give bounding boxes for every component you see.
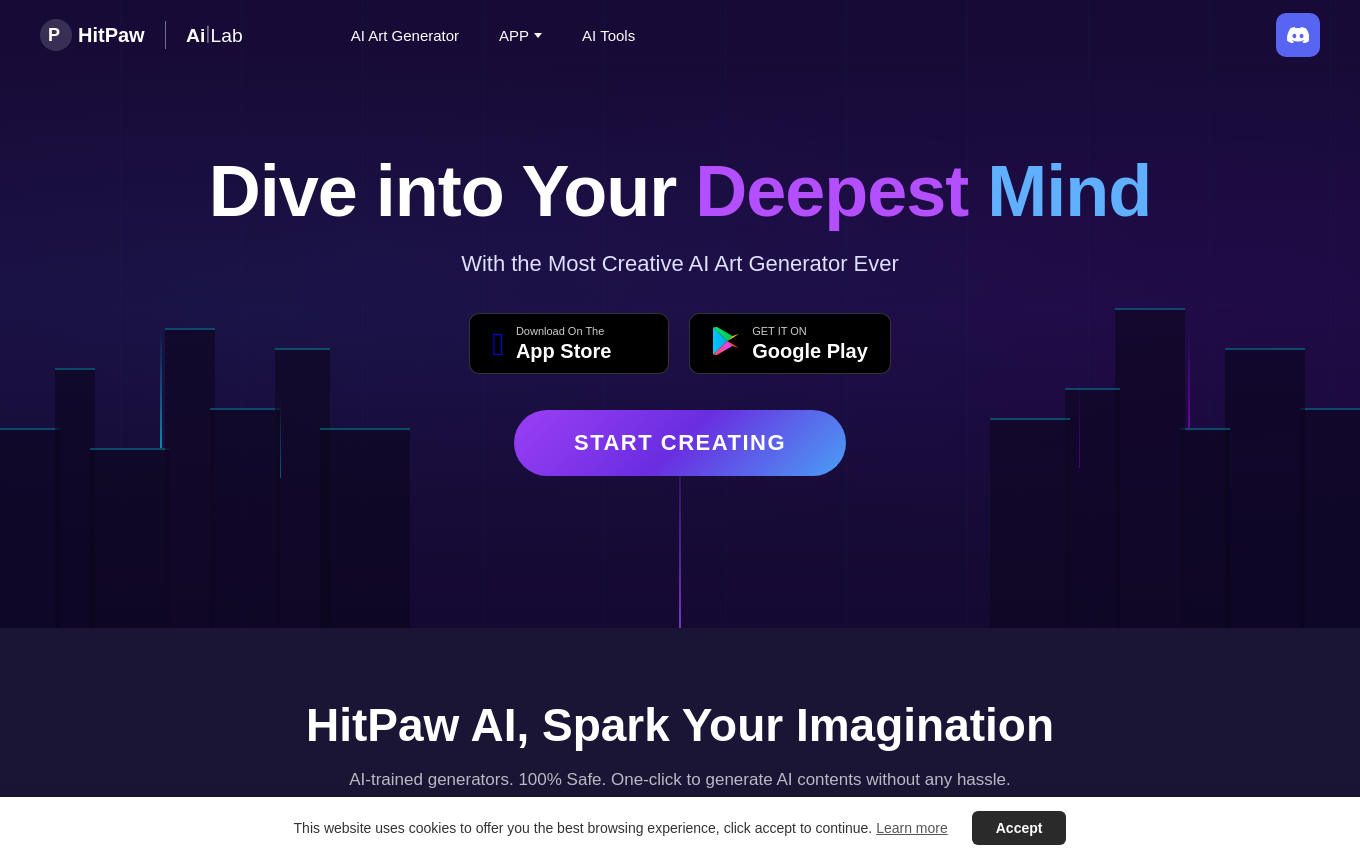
- hero-subtitle: With the Most Creative AI Art Generator …: [209, 251, 1152, 277]
- logo-area: P HitPaw Ai Lab: [40, 19, 291, 51]
- appstore-line2: App Store: [516, 339, 612, 363]
- section2-title: HitPaw AI, Spark Your Imagination: [40, 698, 1320, 752]
- apple-icon: : [492, 328, 504, 360]
- appstore-button[interactable]:  Download On The App Store: [469, 313, 669, 373]
- navbar: P HitPaw Ai Lab AI Art Generator APP AI …: [0, 0, 1360, 70]
- svg-text:Ai: Ai: [186, 25, 205, 46]
- hero-content: Dive into Your Deepest Mind With the Mos…: [189, 152, 1172, 475]
- nav-links: AI Art Generator APP AI Tools: [351, 27, 1276, 44]
- chevron-down-icon: [534, 33, 542, 38]
- hitpaw-label: HitPaw: [78, 24, 145, 47]
- hero-title-part2: [968, 151, 987, 231]
- hero-title: Dive into Your Deepest Mind: [209, 152, 1152, 231]
- nav-ai-art-generator[interactable]: AI Art Generator: [351, 27, 459, 44]
- discord-button[interactable]: [1276, 13, 1320, 57]
- ailab-logo: Ai Lab: [186, 21, 291, 49]
- hero-title-deepest: Deepest: [695, 151, 968, 231]
- googleplay-icon: [712, 326, 740, 361]
- cookie-message: This website uses cookies to offer you t…: [294, 820, 948, 836]
- cookie-banner: This website uses cookies to offer you t…: [0, 797, 1360, 859]
- appstore-text: Download On The App Store: [516, 324, 612, 362]
- svg-rect-4: [207, 25, 209, 43]
- googleplay-line1: GET IT ON: [752, 324, 868, 338]
- discord-icon: [1287, 27, 1309, 43]
- learn-more-link[interactable]: Learn more: [876, 820, 948, 836]
- svg-text:Lab: Lab: [210, 25, 242, 46]
- start-creating-button[interactable]: START CREATING: [514, 410, 846, 476]
- hero-title-part1: Dive into Your: [209, 151, 695, 231]
- googleplay-button[interactable]: GET IT ON Google Play: [689, 313, 891, 373]
- googleplay-text: GET IT ON Google Play: [752, 324, 868, 362]
- nav-ai-tools[interactable]: AI Tools: [582, 27, 635, 44]
- hitpaw-logo[interactable]: P HitPaw: [40, 19, 145, 51]
- appstore-line1: Download On The: [516, 324, 612, 338]
- store-buttons:  Download On The App Store: [209, 313, 1152, 373]
- hero-section: Dive into Your Deepest Mind With the Mos…: [0, 0, 1360, 628]
- logo-divider: [165, 21, 166, 49]
- hitpaw-icon: P: [40, 19, 72, 51]
- googleplay-line2: Google Play: [752, 339, 868, 363]
- nav-right: [1276, 13, 1320, 57]
- hero-title-mind: Mind: [987, 151, 1151, 231]
- section2-subtitle: AI-trained generators. 100% Safe. One-cl…: [40, 770, 1320, 790]
- nav-app[interactable]: APP: [499, 27, 542, 44]
- accept-button[interactable]: Accept: [972, 811, 1067, 845]
- svg-text:P: P: [48, 25, 60, 45]
